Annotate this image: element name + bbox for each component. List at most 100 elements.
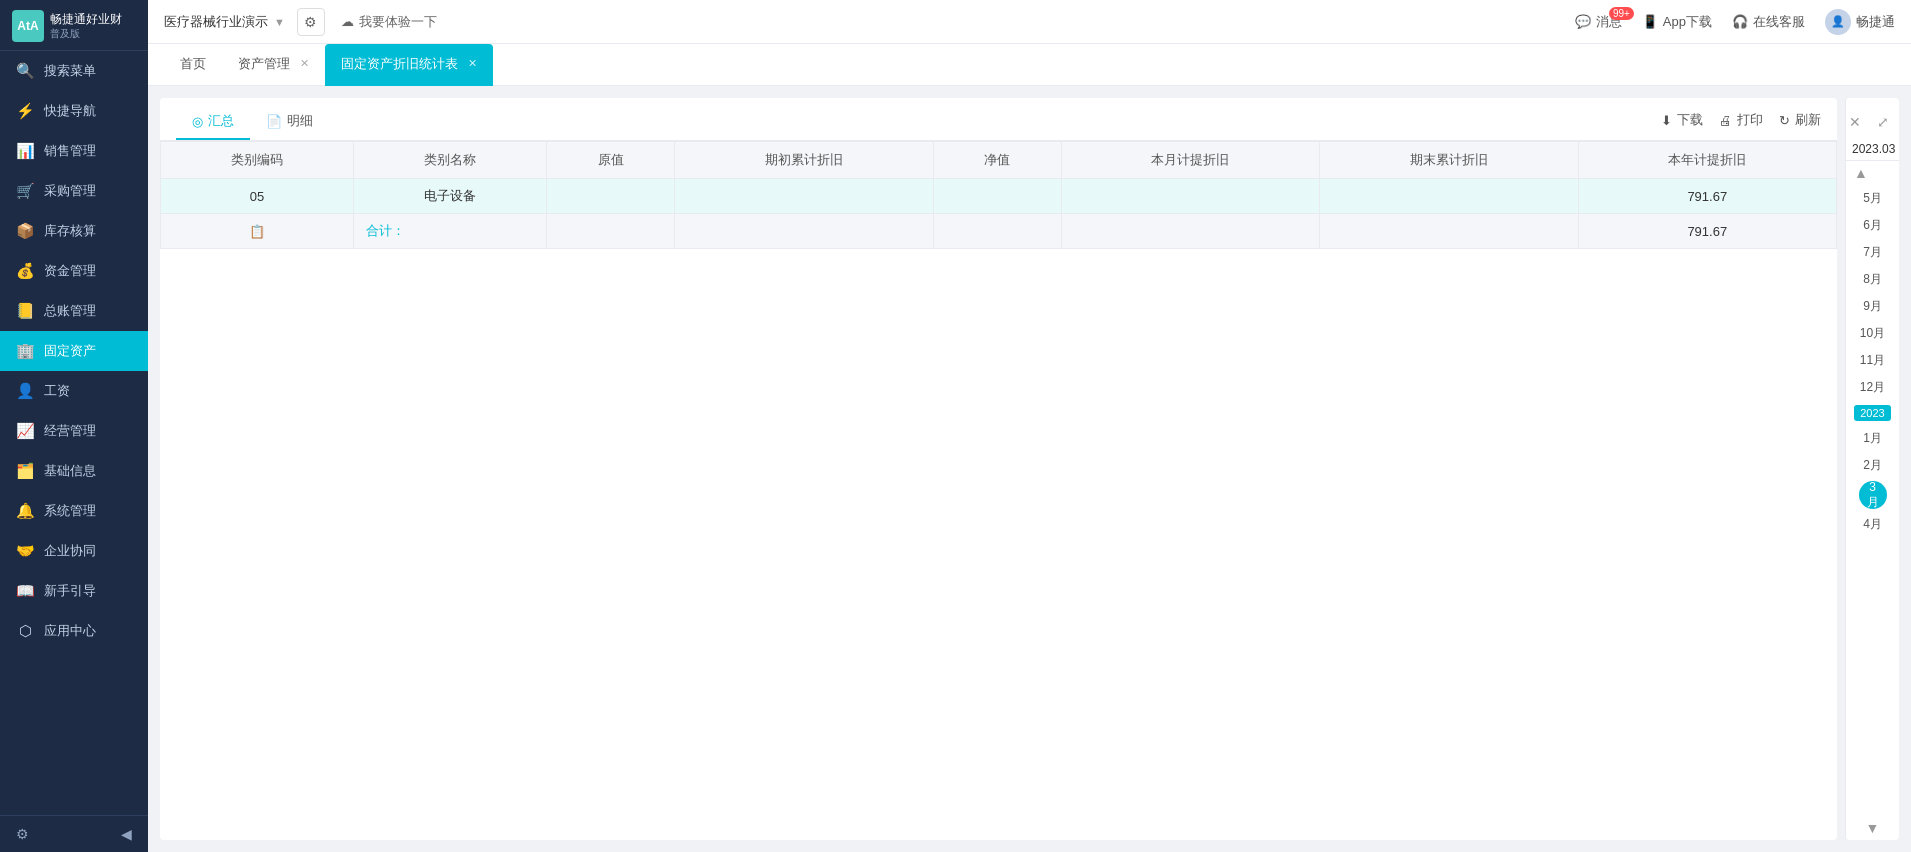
- total-label: 合计：: [354, 214, 547, 249]
- sidebar-item-label: 固定资产: [44, 342, 96, 360]
- month-item[interactable]: 10月: [1846, 320, 1899, 347]
- total-net: [933, 214, 1061, 249]
- total-monthly: [1061, 214, 1319, 249]
- sidebar-item-search[interactable]: 🔍搜索菜单: [0, 51, 148, 91]
- cloud-icon: ☁: [341, 14, 354, 29]
- col-period-end: 期末累计折旧: [1320, 142, 1578, 179]
- print-icon: 🖨: [1719, 113, 1732, 128]
- table-header-row: 类别编码 类别名称 原值 期初累计折旧 净值 本月计提折旧 期末累计折旧 本年计…: [161, 142, 1837, 179]
- close-panel-icon[interactable]: ✕: [1845, 110, 1865, 134]
- month-item[interactable]: 9月: [1846, 293, 1899, 320]
- sidebar-item-operations[interactable]: 📈 经营管理: [0, 411, 148, 451]
- month-item-active[interactable]: 3月: [1859, 481, 1887, 509]
- topbar-settings-button[interactable]: ⚙: [297, 8, 325, 36]
- col-monthly: 本月计提折旧: [1061, 142, 1319, 179]
- experience-button[interactable]: ☁ 我要体验一下: [341, 13, 437, 31]
- settings-icon[interactable]: ⚙: [16, 826, 29, 842]
- table-row: 05 电子设备 791.67: [161, 179, 1837, 214]
- finance-icon: 💰: [16, 262, 34, 280]
- sidebar-item-purchase[interactable]: 🛒采购管理: [0, 171, 148, 211]
- messages-button[interactable]: 💬 消息 99+: [1575, 13, 1622, 31]
- sidebar-item-finance[interactable]: 💰 资金管理: [0, 251, 148, 291]
- sidebar-item-enterprise[interactable]: 🤝企业协同: [0, 531, 148, 571]
- fixed-assets-icon: 🏢: [16, 342, 34, 360]
- print-button[interactable]: 🖨 打印: [1719, 111, 1763, 129]
- download-button[interactable]: ⬇ 下载: [1661, 111, 1703, 129]
- tab-close-asset[interactable]: ✕: [300, 57, 309, 70]
- table-total-row: 📋 合计： 791.67: [161, 214, 1837, 249]
- dropdown-arrow-icon: ▼: [274, 16, 285, 28]
- tab-close-depreciation[interactable]: ✕: [468, 57, 477, 70]
- sidebar-item-system[interactable]: 🔔系统管理: [0, 491, 148, 531]
- base-info-icon: 🗂️: [16, 462, 34, 480]
- month-item[interactable]: 7月: [1846, 239, 1899, 266]
- logo-sub: 普及版: [50, 27, 122, 41]
- user-menu-button[interactable]: 👤 畅捷通: [1825, 9, 1895, 35]
- col-net-value: 净值: [933, 142, 1061, 179]
- sidebar-item-label: 基础信息: [44, 462, 96, 480]
- mobile-icon: 📱: [1642, 14, 1658, 29]
- prev-arrow-icon[interactable]: ▲: [1850, 161, 1872, 185]
- sidebar-item-label: 新手引导: [44, 582, 96, 600]
- month-item[interactable]: 8月: [1846, 266, 1899, 293]
- purchase-icon: 🛒: [16, 182, 34, 200]
- sidebar-item-label: 库存核算: [44, 222, 96, 240]
- sidebar-item-fixed-assets[interactable]: 🏢 固定资产: [0, 331, 148, 371]
- collapse-icon[interactable]: ◀: [121, 826, 132, 842]
- month-item[interactable]: 2月: [1846, 452, 1899, 479]
- cell-name: 电子设备: [354, 179, 547, 214]
- sidebar-item-label: 搜索菜单: [44, 62, 96, 80]
- sidebar-item-label: 资金管理: [44, 262, 96, 280]
- refresh-button[interactable]: ↻ 刷新: [1779, 111, 1821, 129]
- month-item[interactable]: 5月: [1846, 185, 1899, 212]
- cell-period-end: [1320, 179, 1578, 214]
- tab-home[interactable]: 首页: [164, 44, 222, 86]
- main-content: 医疗器械行业演示 ▼ ⚙ ☁ 我要体验一下 💬 消息 99+ 📱 App下载 🎧…: [148, 0, 1911, 852]
- app-download-button[interactable]: 📱 App下载: [1642, 13, 1712, 31]
- col-original: 原值: [547, 142, 675, 179]
- customer-service-button[interactable]: 🎧 在线客服: [1732, 13, 1805, 31]
- company-selector[interactable]: 医疗器械行业演示 ▼: [164, 13, 285, 31]
- next-arrow-icon[interactable]: ▼: [1862, 816, 1884, 840]
- sub-tab-detail[interactable]: 📄 明细: [250, 106, 329, 140]
- logo-text: 畅捷通好业财: [50, 11, 122, 28]
- download-icon: ⬇: [1661, 113, 1672, 128]
- sidebar-item-label: 工资: [44, 382, 70, 400]
- sidebar-item-base-info[interactable]: 🗂️ 基础信息: [0, 451, 148, 491]
- month-item[interactable]: 12月: [1846, 374, 1899, 401]
- payroll-icon: 👤: [16, 382, 34, 400]
- content-area: ◎ 汇总 📄 明细 ⬇ 下载 🖨 打印: [148, 86, 1911, 852]
- summary-icon: ◎: [192, 114, 203, 129]
- tab-depreciation-report[interactable]: 固定资产折旧统计表 ✕: [325, 44, 493, 86]
- sidebar-item-sales[interactable]: 📊销售管理: [0, 131, 148, 171]
- month-item[interactable]: 11月: [1846, 347, 1899, 374]
- operations-icon: 📈: [16, 422, 34, 440]
- cell-code: 05: [161, 179, 354, 214]
- sub-tab-summary[interactable]: ◎ 汇总: [176, 106, 250, 140]
- total-period-end: [1320, 214, 1578, 249]
- guide-icon: 📖: [16, 582, 34, 600]
- month-item[interactable]: 6月: [1846, 212, 1899, 239]
- month-item[interactable]: 4月: [1846, 511, 1899, 538]
- total-original: [547, 214, 675, 249]
- total-annual: 791.67: [1578, 214, 1836, 249]
- sidebar-item-label: 经营管理: [44, 422, 96, 440]
- sidebar-menu: 🔍搜索菜单⚡快捷导航📊销售管理🛒采购管理📦库存核算 💰 资金管理 📒总账管理 🏢 固定资产…: [0, 51, 148, 815]
- expand-panel-icon[interactable]: ⤢: [1873, 110, 1893, 134]
- tab-asset-management[interactable]: 资产管理 ✕: [222, 44, 325, 86]
- avatar: 👤: [1825, 9, 1851, 35]
- month-list: 5月6月7月8月9月10月11月12月20231月2月3月4月: [1846, 185, 1899, 816]
- sidebar-item-payroll[interactable]: 👤 工资: [0, 371, 148, 411]
- sidebar-item-inventory[interactable]: 📦库存核算: [0, 211, 148, 251]
- sidebar-item-guide[interactable]: 📖 新手引导: [0, 571, 148, 611]
- sidebar-item-apps[interactable]: ⬡应用中心: [0, 611, 148, 651]
- sidebar-item-ledger[interactable]: 📒总账管理: [0, 291, 148, 331]
- col-name: 类别名称: [354, 142, 547, 179]
- refresh-icon: ↻: [1779, 113, 1790, 128]
- user-icon: 👤: [1831, 15, 1845, 28]
- month-item[interactable]: 1月: [1846, 425, 1899, 452]
- sidebar-item-quick-nav[interactable]: ⚡快捷导航: [0, 91, 148, 131]
- col-initial-accumulated: 期初累计折旧: [675, 142, 933, 179]
- enterprise-icon: 🤝: [16, 542, 34, 560]
- sidebar-bottom: ⚙ ◀: [0, 815, 148, 852]
